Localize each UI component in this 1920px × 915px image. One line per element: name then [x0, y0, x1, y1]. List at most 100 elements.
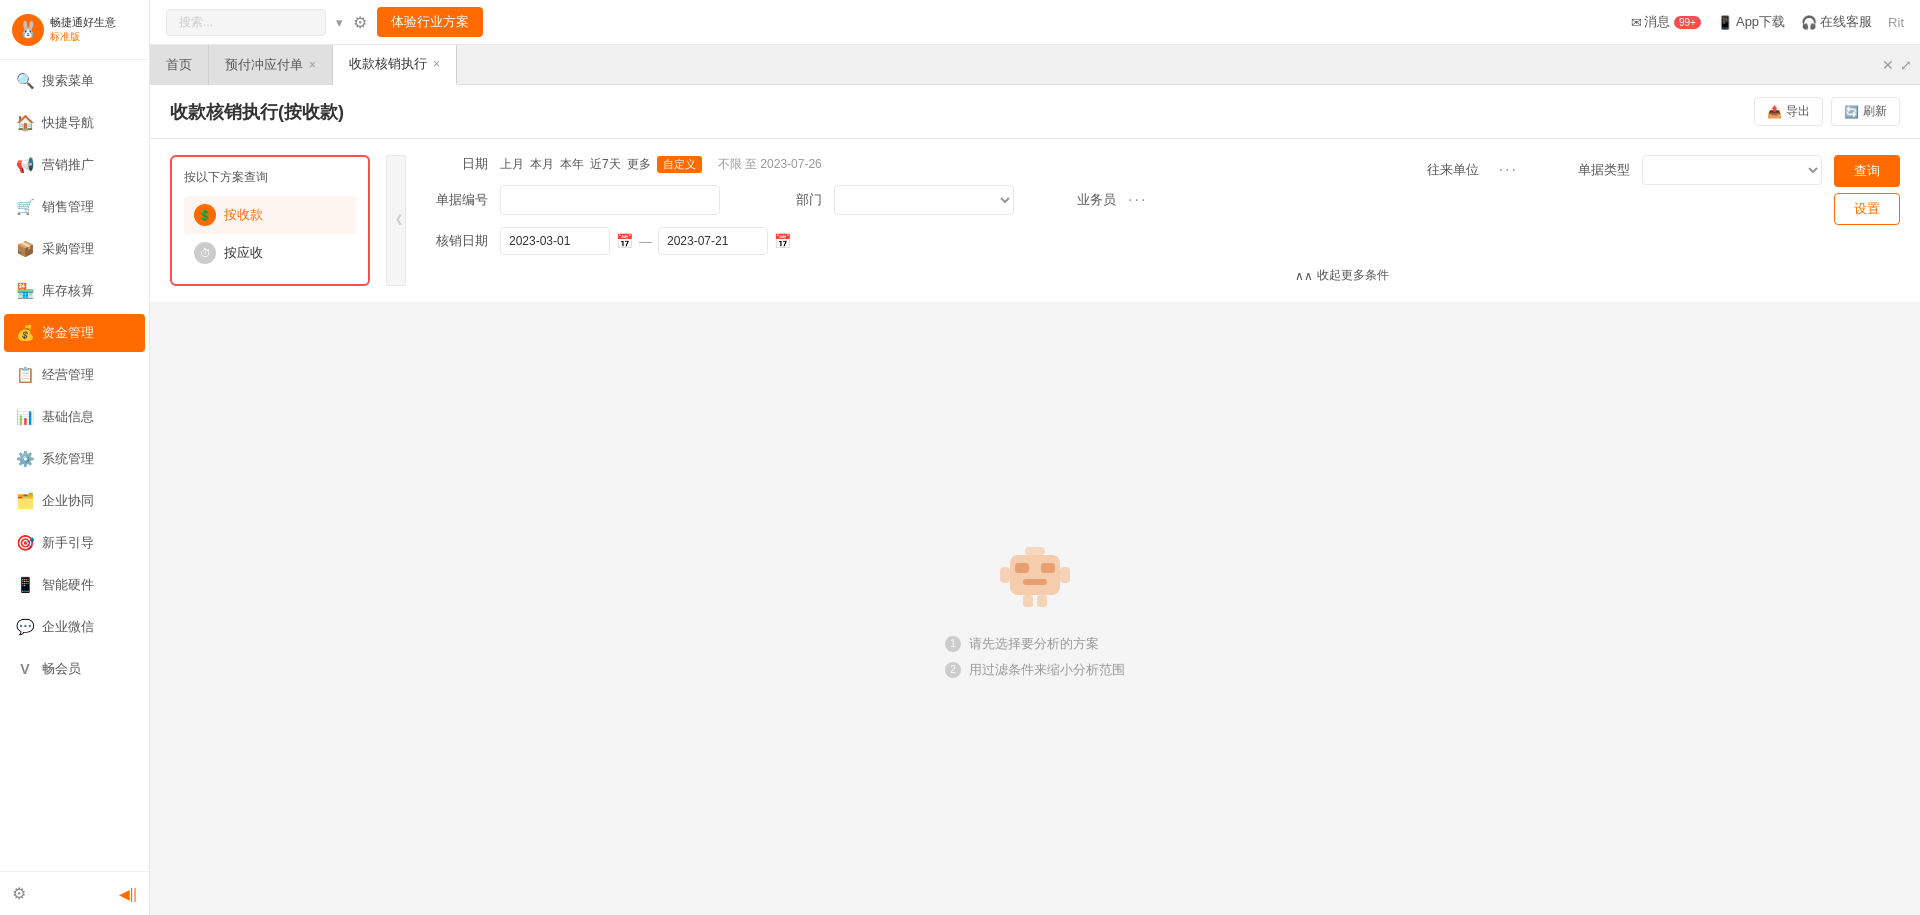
sidebar-item-collab[interactable]: 🗂️ 企业协同 — [0, 480, 149, 522]
receivable-icon: ⏱ — [194, 242, 216, 264]
message-link[interactable]: ✉ 消息 99+ — [1631, 13, 1701, 31]
tab-collection-close[interactable]: × — [433, 57, 440, 71]
close-tab-icon[interactable]: ✕ — [1882, 57, 1894, 73]
page-header: 收款核销执行(按收款) 📤 导出 🔄 刷新 — [150, 85, 1920, 139]
page-actions: 📤 导出 🔄 刷新 — [1754, 97, 1900, 126]
date-this-month[interactable]: 本月 — [530, 156, 554, 173]
svg-rect-7 — [1037, 595, 1047, 607]
sidebar-item-operations[interactable]: 📋 经营管理 — [0, 354, 149, 396]
svg-rect-6 — [1023, 595, 1033, 607]
doctype-select[interactable] — [1642, 155, 1822, 185]
sidebar-item-label: 资金管理 — [42, 324, 94, 342]
collapse-sidebar-icon[interactable]: ◀|| — [119, 886, 137, 902]
sidebar-item-label: 搜索菜单 — [42, 72, 94, 90]
tab-prepay[interactable]: 预付冲应付单 × — [209, 45, 333, 85]
staff-dots[interactable]: ··· — [1128, 191, 1147, 209]
sidebar-item-guide[interactable]: 🎯 新手引导 — [0, 522, 149, 564]
page-title: 收款核销执行(按收款) — [170, 100, 344, 124]
sidebar-item-sales[interactable]: 🛒 销售管理 — [0, 186, 149, 228]
user-name[interactable]: Rit — [1888, 15, 1904, 30]
finance-icon: 💰 — [16, 324, 34, 342]
sidebar-item-label: 营销推广 — [42, 156, 94, 174]
topbar: 搜索... ▾ ⚙ 体验行业方案 ✉ 消息 99+ 📱 App下载 🎧 在线客服… — [150, 0, 1920, 45]
date-quick-links: 上月 本月 本年 近7天 更多 自定义 — [500, 156, 702, 173]
svg-rect-4 — [1000, 567, 1010, 583]
empty-tip-1: 1 请先选择要分析的方案 — [945, 631, 1125, 657]
sidebar-item-purchase[interactable]: 📦 采购管理 — [0, 228, 149, 270]
filter-row-partner: 往来单位 ··· 单据类型 — [1409, 155, 1822, 185]
expand-icon[interactable]: ⤢ — [1900, 57, 1912, 73]
settings-button[interactable]: 设置 — [1834, 193, 1900, 225]
date-custom-tag[interactable]: 自定义 — [657, 156, 702, 173]
logo-version: 标准版 — [50, 30, 116, 44]
date-more[interactable]: 更多 — [627, 156, 651, 173]
calendar-end-icon[interactable]: 📅 — [774, 233, 791, 249]
member-icon: V — [16, 661, 34, 677]
export-button[interactable]: 📤 导出 — [1754, 97, 1823, 126]
filter-area: 按以下方案查询 💲 按收款 ⏱ 按应收 《 — [150, 139, 1920, 302]
verify-date-end[interactable] — [658, 227, 768, 255]
dept-select[interactable] — [834, 185, 1014, 215]
main-area: 搜索... ▾ ⚙ 体验行业方案 ✉ 消息 99+ 📱 App下载 🎧 在线客服… — [150, 0, 1920, 915]
tabbar: 首页 预付冲应付单 × 收款核销执行 × ✕ ⤢ — [150, 45, 1920, 85]
filter-row-date: 日期 上月 本月 本年 近7天 更多 自定义 不限 至 2023-07-26 — [418, 155, 1389, 173]
search-icon: 🔍 — [16, 72, 34, 90]
dropdown-icon[interactable]: ▾ — [336, 15, 343, 30]
calendar-start-icon[interactable]: 📅 — [616, 233, 633, 249]
empty-illustration — [995, 535, 1075, 615]
sidebar-item-search[interactable]: 🔍 搜索菜单 — [0, 60, 149, 102]
filter-collapse-button[interactable]: 《 — [386, 155, 406, 286]
docno-input[interactable] — [500, 185, 720, 215]
svg-rect-0 — [1010, 555, 1060, 595]
chevron-up-icon: ∧∧ — [1295, 269, 1313, 283]
query-button[interactable]: 查询 — [1834, 155, 1900, 187]
sidebar-item-member[interactable]: V 畅会员 — [0, 648, 149, 690]
tip-text-1: 请先选择要分析的方案 — [969, 631, 1099, 657]
verify-date-start[interactable] — [500, 227, 610, 255]
settings-icon[interactable]: ⚙ — [12, 884, 26, 903]
filter-option-by-collection[interactable]: 💲 按收款 — [184, 196, 356, 234]
refresh-button[interactable]: 🔄 刷新 — [1831, 97, 1900, 126]
date-this-year[interactable]: 本年 — [560, 156, 584, 173]
date-label: 日期 — [418, 155, 488, 173]
sidebar-item-label: 经营管理 — [42, 366, 94, 384]
gear-icon[interactable]: ⚙ — [353, 13, 367, 32]
filter-row-docno: 单据编号 部门 业务员 ··· — [418, 185, 1389, 215]
purchase-icon: 📦 — [16, 240, 34, 258]
refresh-icon: 🔄 — [1844, 105, 1859, 119]
tab-collection[interactable]: 收款核销执行 × — [333, 45, 457, 85]
customer-service-link[interactable]: 🎧 在线客服 — [1801, 13, 1872, 31]
svg-rect-2 — [1041, 563, 1055, 573]
partner-label: 往来单位 — [1409, 161, 1479, 179]
sidebar-item-hardware[interactable]: 📱 智能硬件 — [0, 564, 149, 606]
app-download-link[interactable]: 📱 App下载 — [1717, 13, 1785, 31]
filter-left-title: 按以下方案查询 — [184, 169, 356, 186]
filter-option-by-receivable[interactable]: ⏱ 按应收 — [184, 234, 356, 272]
tip-num-2: 2 — [945, 662, 961, 678]
sidebar-item-wechat[interactable]: 💬 企业微信 — [0, 606, 149, 648]
export-icon: 📤 — [1767, 105, 1782, 119]
sidebar-item-finance[interactable]: 💰 资金管理 — [4, 314, 145, 352]
date-last-month[interactable]: 上月 — [500, 156, 524, 173]
sidebar-item-marketing[interactable]: 📢 营销推广 — [0, 144, 149, 186]
basic-icon: 📊 — [16, 408, 34, 426]
sales-icon: 🛒 — [16, 198, 34, 216]
sidebar: 🐰 畅捷通好生意 标准版 🔍 搜索菜单 🏠 快捷导航 📢 营销推广 🛒 销售管理… — [0, 0, 150, 915]
collapse-more-button[interactable]: ∧∧ 收起更多条件 — [418, 267, 1389, 284]
headset-icon: 🎧 — [1801, 15, 1817, 30]
collection-icon: 💲 — [194, 204, 216, 226]
message-label: 消息 — [1644, 13, 1670, 31]
tab-home[interactable]: 首页 — [150, 45, 209, 85]
sidebar-item-nav[interactable]: 🏠 快捷导航 — [0, 102, 149, 144]
system-icon: ⚙️ — [16, 450, 34, 468]
sidebar-item-inventory[interactable]: 🏪 库存核算 — [0, 270, 149, 312]
date-no-limit: 不限 至 2023-07-26 — [718, 156, 822, 173]
sidebar-item-system[interactable]: ⚙️ 系统管理 — [0, 438, 149, 480]
tab-prepay-label: 预付冲应付单 — [225, 56, 303, 74]
partner-dots[interactable]: ··· — [1499, 161, 1518, 179]
date-separator: — — [639, 234, 652, 249]
tab-prepay-close[interactable]: × — [309, 58, 316, 72]
sidebar-item-basic[interactable]: 📊 基础信息 — [0, 396, 149, 438]
date-7days[interactable]: 近7天 — [590, 156, 621, 173]
industry-solution-button[interactable]: 体验行业方案 — [377, 7, 483, 37]
